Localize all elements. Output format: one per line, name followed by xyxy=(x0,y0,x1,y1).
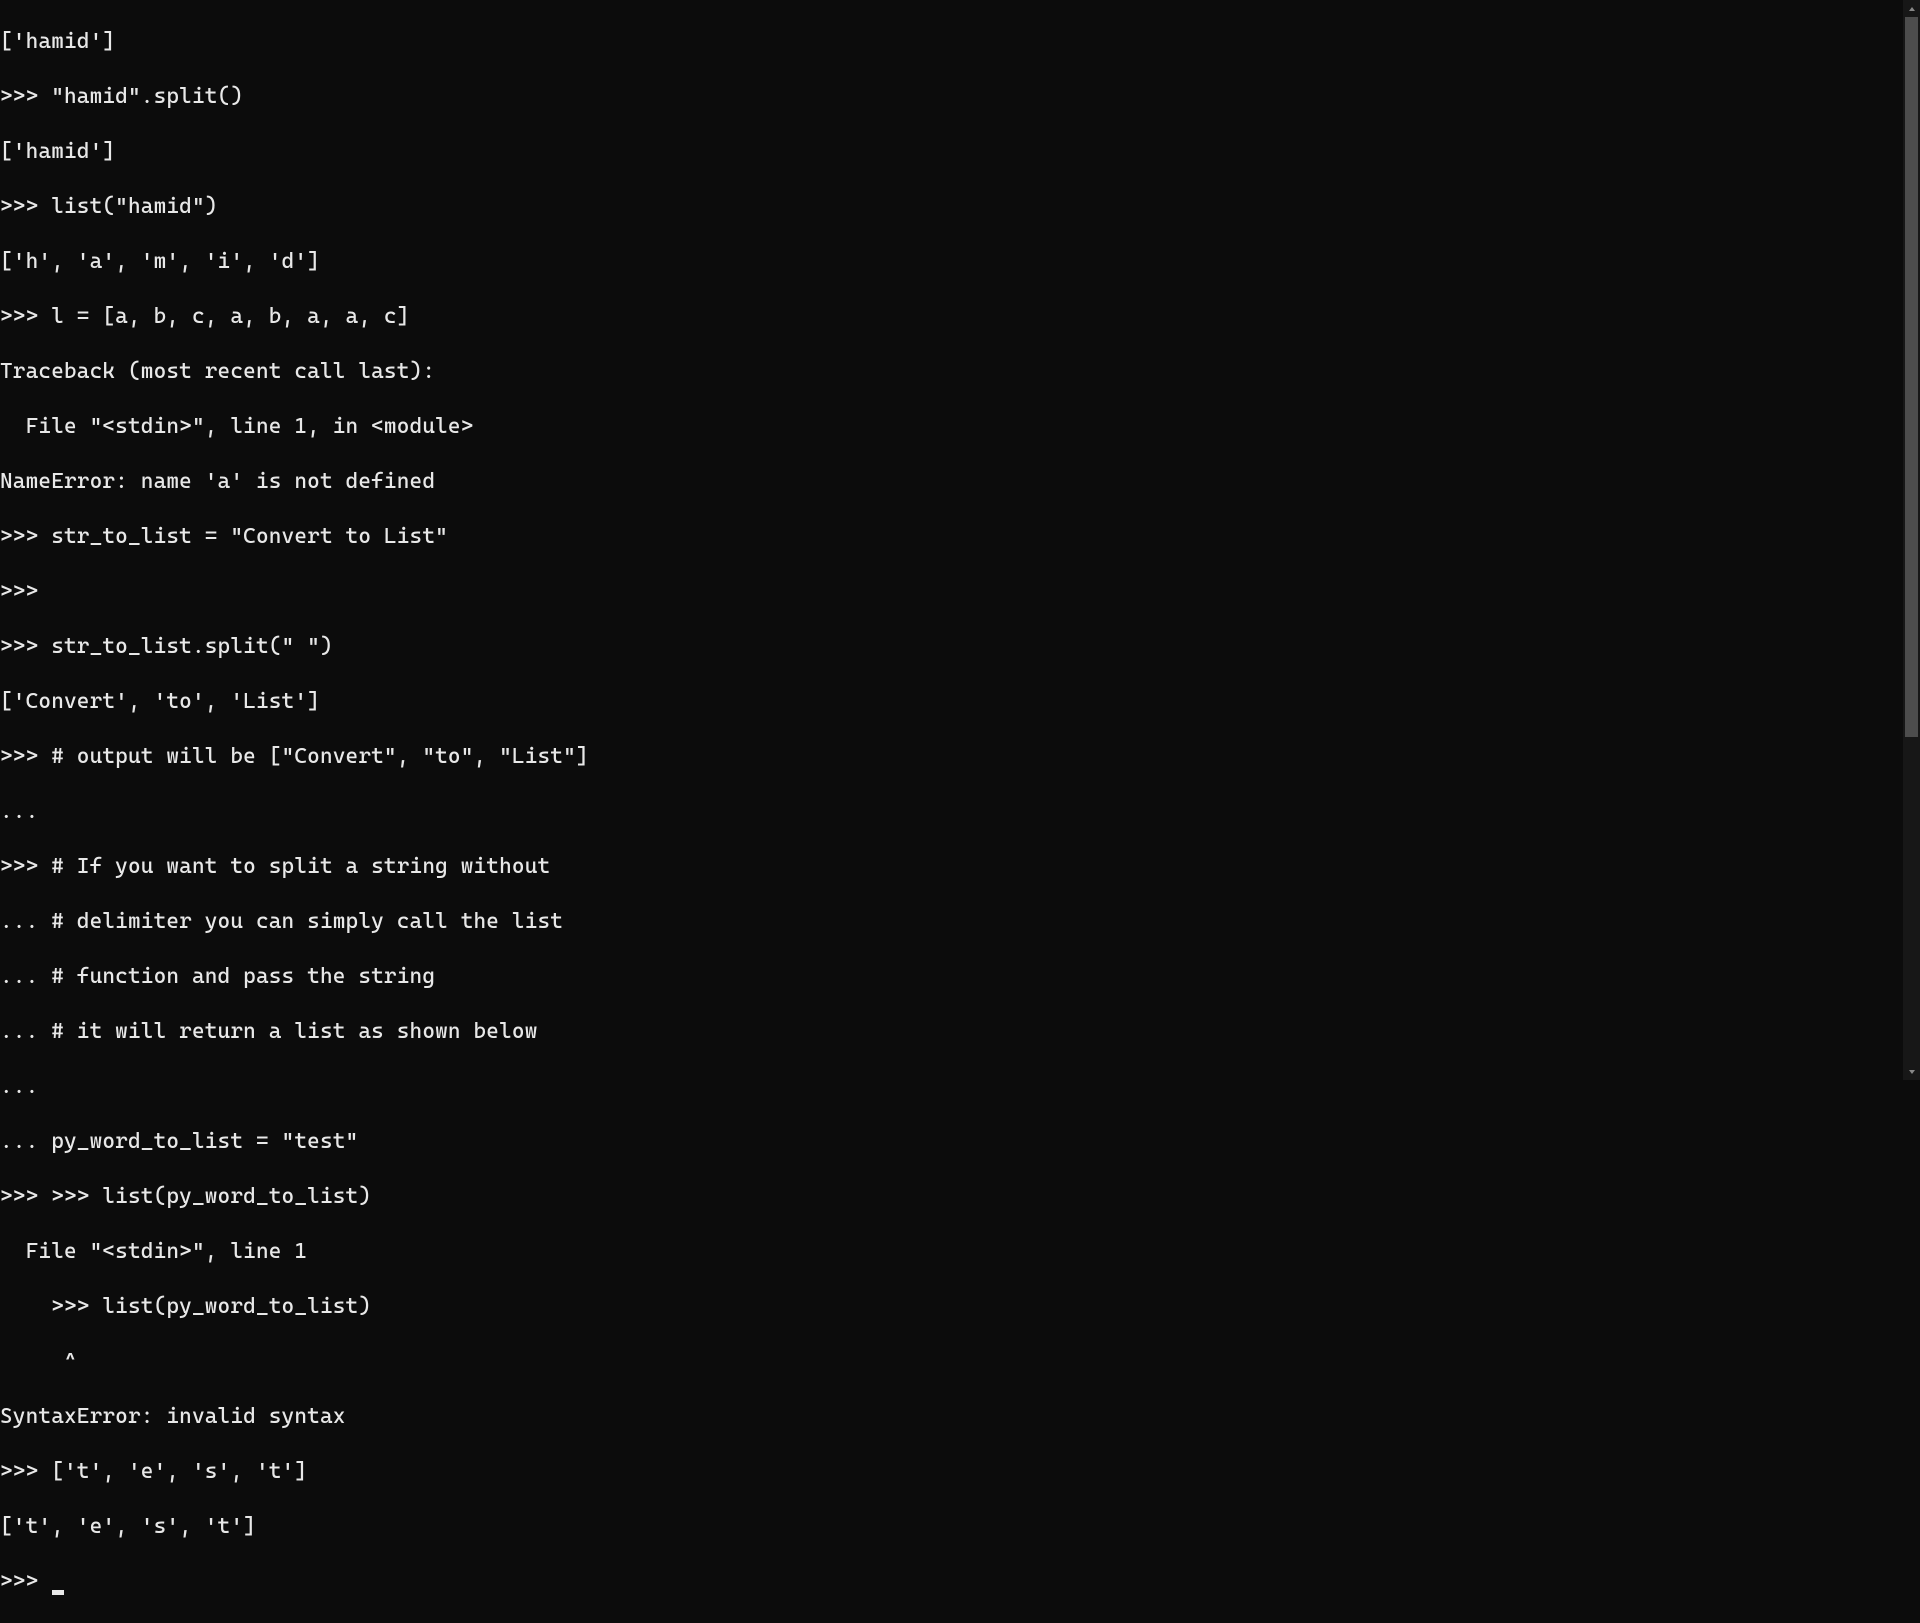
error-line: File "<stdin>", line 1 xyxy=(0,1238,1920,1266)
cursor xyxy=(52,1590,64,1595)
input-line: >>> xyxy=(0,578,1920,606)
traceback-line: Traceback (most recent call last): xyxy=(0,358,1920,386)
continuation-line: ... # it will return a list as shown bel… xyxy=(0,1018,1920,1046)
error-line: ^ xyxy=(0,1348,1920,1376)
prompt-line[interactable]: >>> xyxy=(0,1568,1920,1596)
output-line: ['t', 'e', 's', 't'] xyxy=(0,1513,1920,1541)
continuation-line: ... # delimiter you can simply call the … xyxy=(0,908,1920,936)
terminal-output[interactable]: ['hamid'] >>> "hamid".split() ['hamid'] … xyxy=(0,0,1920,1623)
input-line: >>> # output will be ["Convert", "to", "… xyxy=(0,743,1920,771)
scrollbar-up-arrow-icon[interactable] xyxy=(1903,0,1920,17)
input-line: >>> # If you want to split a string with… xyxy=(0,853,1920,881)
continuation-line: ... py_word_to_list = "test" xyxy=(0,1128,1920,1156)
input-line: >>> l = [a, b, c, a, b, a, a, c] xyxy=(0,303,1920,331)
input-line: >>> str_to_list.split(" ") xyxy=(0,633,1920,661)
input-line: >>> >>> list(py_word_to_list) xyxy=(0,1183,1920,1211)
error-line: >>> list(py_word_to_list) xyxy=(0,1293,1920,1321)
input-line: >>> str_to_list = "Convert to List" xyxy=(0,523,1920,551)
scrollbar-down-arrow-icon[interactable] xyxy=(1903,1063,1920,1080)
error-line: NameError: name 'a' is not defined xyxy=(0,468,1920,496)
output-line: ['hamid'] xyxy=(0,138,1920,166)
input-line: >>> "hamid".split() xyxy=(0,83,1920,111)
continuation-line: ... # function and pass the string xyxy=(0,963,1920,991)
traceback-line: File "<stdin>", line 1, in <module> xyxy=(0,413,1920,441)
output-line: ['h', 'a', 'm', 'i', 'd'] xyxy=(0,248,1920,276)
error-line: SyntaxError: invalid syntax xyxy=(0,1403,1920,1431)
output-line: ['Convert', 'to', 'List'] xyxy=(0,688,1920,716)
scrollbar-thumb[interactable] xyxy=(1905,17,1918,737)
continuation-line: ... xyxy=(0,1073,1920,1101)
input-line: >>> ['t', 'e', 's', 't'] xyxy=(0,1458,1920,1486)
continuation-line: ... xyxy=(0,798,1920,826)
output-line: ['hamid'] xyxy=(0,28,1920,56)
vertical-scrollbar[interactable] xyxy=(1903,0,1920,1080)
input-line: >>> list("hamid") xyxy=(0,193,1920,221)
